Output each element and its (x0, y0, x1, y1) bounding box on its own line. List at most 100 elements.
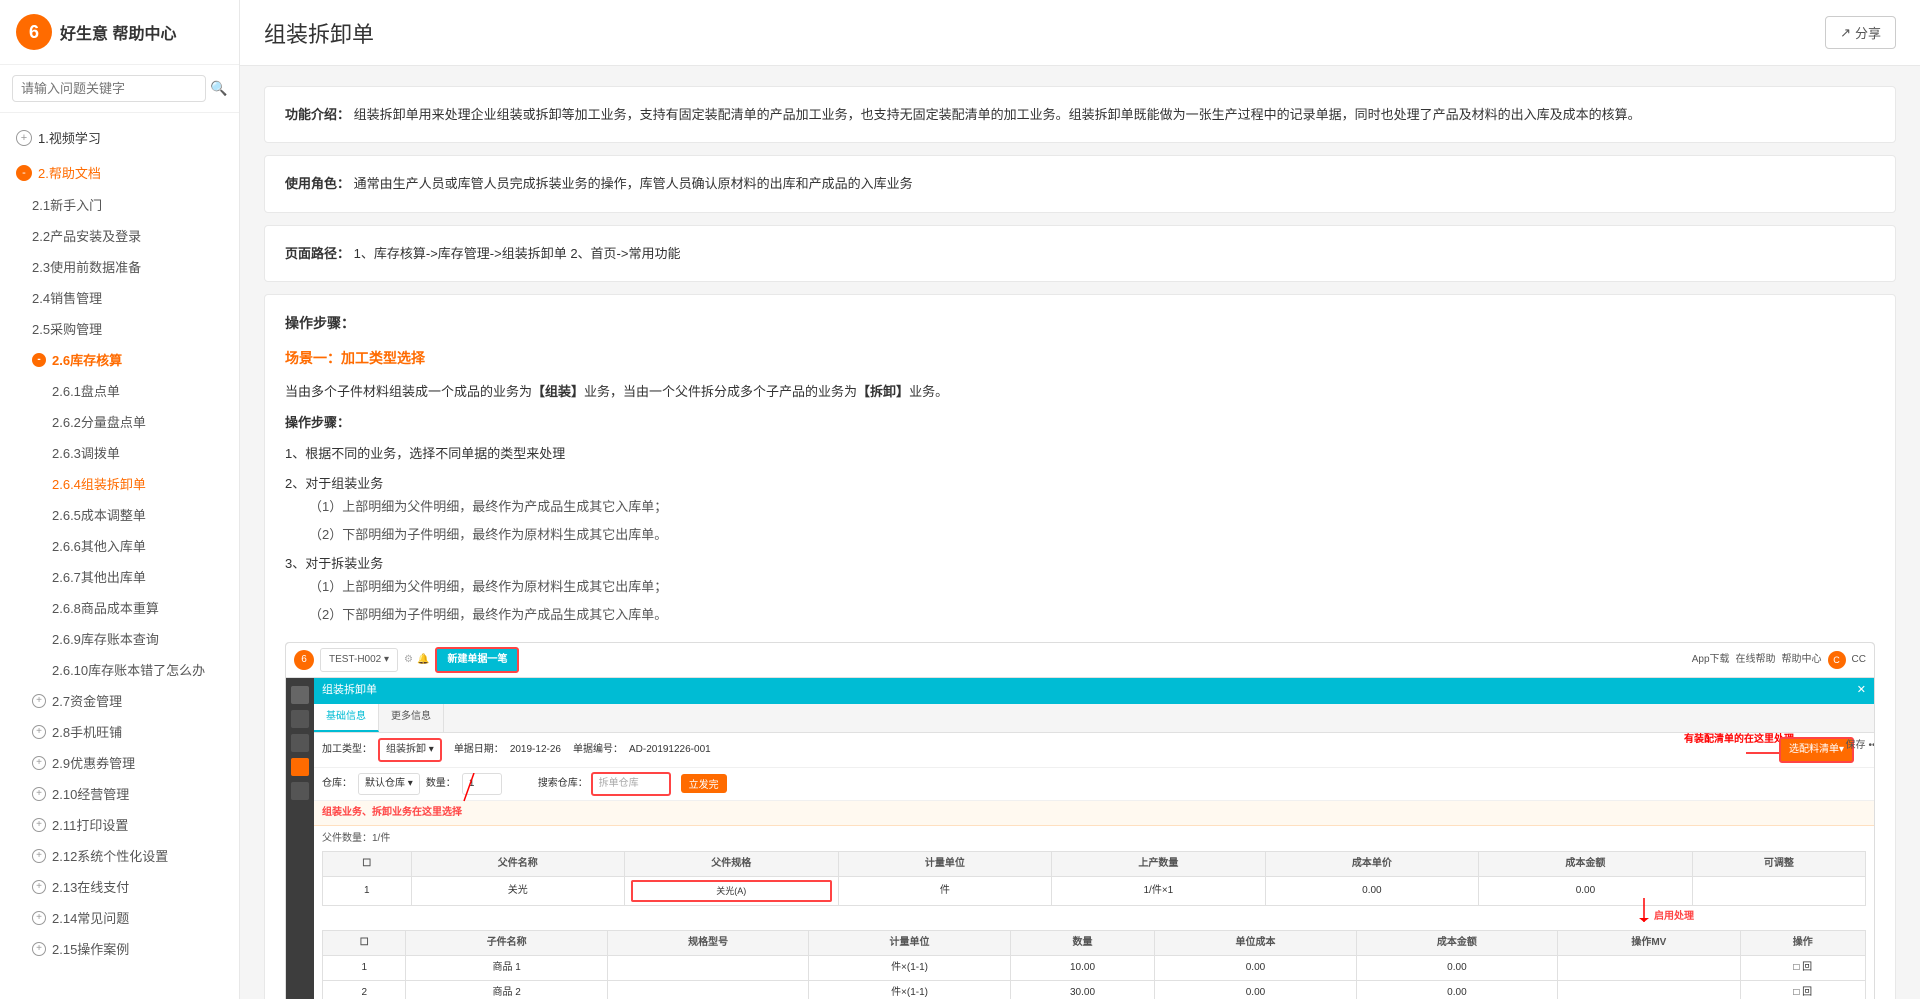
table-cell: 0.00 (1356, 980, 1557, 999)
mock-warehouse-search-label: 搜索仓库： (538, 778, 588, 789)
steps-title: 操作步骤： (285, 311, 1875, 336)
sidebar-item-inventory[interactable]: - 2.6库存核算 (32, 344, 239, 375)
mock-link-center: 帮助中心 (1782, 651, 1822, 669)
sidebar-item-coupon[interactable]: + 2.9优惠券管理 (32, 747, 239, 778)
steps-op-label: 操作步骤： (285, 411, 1875, 434)
sidebar-item-docs[interactable]: - 2.帮助文档 (0, 156, 239, 189)
sidebar-item-ops[interactable]: + 2.10经营管理 (32, 778, 239, 809)
sidebar-item-faq[interactable]: + 2.14常见问题 (32, 902, 239, 933)
main-area: 组装拆卸单 ↗ 分享 功能介绍： 组装拆卸单用来处理企业组装或拆卸等加工业务，支… (240, 0, 1920, 999)
mock-warehouse-search-container: 搜索仓库： 拆单仓库 (538, 772, 671, 796)
sidebar-logo: 6 好生意 帮助中心 (0, 0, 239, 65)
plus-icon-faq: + (32, 911, 46, 925)
mock-tab-more[interactable]: 更多信息 (379, 704, 444, 732)
mock-lth-action: 操作 (1740, 930, 1865, 955)
sidebar-item-data-prep[interactable]: 2.3使用前数据准备 (32, 251, 239, 282)
mock-date-value: 2019-12-26 (510, 741, 561, 759)
scenario-desc: 当由多个子件材料组装成一个成品的业务为【组装】业务，当由一个父件拆分成多个子产品… (285, 380, 1875, 403)
mock-sidebar-left (286, 678, 314, 999)
share-button[interactable]: ↗ 分享 (1825, 16, 1896, 49)
mock-th-spec: 父件规格 (625, 851, 839, 876)
sidebar-item-other-out[interactable]: 2.6.7其他出库单 (52, 561, 239, 592)
plus-icon: + (16, 130, 32, 146)
minus-icon-inventory: - (32, 353, 46, 367)
annotation-enable-text: 启用处理 (1654, 908, 1694, 926)
sidebar-item-partial-stocktake[interactable]: 2.6.2分量盘点单 (52, 406, 239, 437)
sidebar-item-other-in[interactable]: 2.6.6其他入库单 (52, 530, 239, 561)
mock-username: CC (1852, 651, 1866, 669)
sidebar-item-finance[interactable]: + 2.7资金管理 (32, 685, 239, 716)
nav-sub-inventory: 2.6.1盘点单 2.6.2分量盘点单 2.6.3调拨单 2.6.4组装拆卸单 … (32, 375, 239, 685)
search-button[interactable]: 🔍 (210, 80, 227, 97)
annotation-enable-arrow (1634, 898, 1654, 922)
mock-th-total: 成本金额 (1479, 851, 1693, 876)
mock-lth-amount: 成本金额 (1356, 930, 1557, 955)
table-cell: 1/件×1 (1052, 876, 1266, 905)
mock-lower-table-container: ☐ 子件名称 规格型号 计量单位 数量 单位成本 成本金额 操作MV (314, 926, 1874, 999)
sidebar-item-print[interactable]: + 2.11打印设置 (32, 809, 239, 840)
sidebar-item-mobile[interactable]: + 2.8手机旺铺 (32, 716, 239, 747)
table-cell: 0.00 (1155, 980, 1356, 999)
mock-sidebar-icon5 (291, 782, 309, 800)
mock-tab-basic[interactable]: 基础信息 (314, 704, 379, 732)
mock-user-avatar: C (1828, 651, 1846, 669)
mock-form-row1: 加工类型： 组装拆卸 ▾ 单据日期： 2019-12-26 单据编号： AD-2… (314, 733, 1874, 768)
search-input[interactable] (12, 75, 206, 102)
mock-confirm-btn[interactable]: 立发完 (681, 774, 727, 793)
plus-icon-ops: + (32, 787, 46, 801)
table-cell: 商品 1 (406, 955, 607, 980)
sidebar-item-settings[interactable]: + 2.12系统个性化设置 (32, 840, 239, 871)
table-cell: 件×(1-1) (809, 955, 1010, 980)
mock-annotation-row: 组装业务、拆卸业务在这里选择 (314, 801, 1874, 826)
sidebar: 6 好生意 帮助中心 🔍 + 1.视频学习 - 2.帮助文档 2.1新手入门 (0, 0, 240, 999)
sidebar-item-sales[interactable]: 2.4销售管理 (32, 282, 239, 313)
sidebar-item-transfer[interactable]: 2.6.3调拨单 (52, 437, 239, 468)
app-name: 好生意 帮助中心 (60, 20, 176, 44)
mock-link-app: App下载 (1692, 651, 1730, 669)
nav-section-video: + 1.视频学习 (0, 121, 239, 154)
sidebar-item-stocktake[interactable]: 2.6.1盘点单 (52, 375, 239, 406)
annotation-type-text: 组装业务、拆卸业务在这里选择 (322, 807, 462, 818)
sidebar-item-cases[interactable]: + 2.15操作案例 (32, 933, 239, 964)
mock-close-icon: ✕ (1857, 681, 1866, 701)
plus-icon-coupon: + (32, 756, 46, 770)
mock-lth-check: ☐ (323, 930, 406, 955)
mock-th-check: ☐ (323, 851, 412, 876)
mock-title-bar: 组装拆卸单 ✕ (314, 678, 1874, 704)
sidebar-item-payment[interactable]: + 2.13在线支付 (32, 871, 239, 902)
mock-th-unit: 计量单位 (838, 851, 1052, 876)
plus-icon-print: + (32, 818, 46, 832)
table-cell: 0.00 (1155, 955, 1356, 980)
table-cell: 0.00 (1479, 876, 1693, 905)
sub-list-assembly: （1）上部明细为父件明细，最终作为产成品生成其它入库单； （2）下部明细为子件明… (285, 495, 1875, 546)
plus-icon-settings: + (32, 849, 46, 863)
list-item: 1、根据不同的业务，选择不同单据的类型来处理 (285, 442, 1875, 465)
mock-op-btns: 保存 ••• (1845, 737, 1874, 755)
sub-list-disassembly: （1）上部明细为父件明细，最终作为原材料生成其它出库单； （2）下部明细为子件明… (285, 575, 1875, 626)
list-item: （1）上部明细为父件明细，最终作为原材料生成其它出库单； (309, 575, 1875, 598)
sidebar-item-install[interactable]: 2.2产品安装及登录 (32, 220, 239, 251)
sidebar-item-purchase[interactable]: 2.5采购管理 (32, 313, 239, 344)
sidebar-item-ledger-query[interactable]: 2.6.9库存账本查询 (52, 623, 239, 654)
mock-th-cost: 成本单价 (1265, 851, 1479, 876)
steps-card: 操作步骤： 场景一：加工类型选择 当由多个子件材料组装成一个成品的业务为【组装】… (264, 294, 1896, 999)
plus-icon-mobile: + (32, 725, 46, 739)
mock-link-help: 在线帮助 (1736, 651, 1776, 669)
mock-icon1: ⚙ (404, 651, 413, 669)
sidebar-item-cost-adjust[interactable]: 2.6.5成本调整单 (52, 499, 239, 530)
sidebar-item-cost-recalc[interactable]: 2.6.8商品成本重算 (52, 592, 239, 623)
table-cell: □ 回 (1740, 955, 1865, 980)
main-content: 功能介绍： 组装拆卸单用来处理企业组装或拆卸等加工业务，支持有固定装配清单的产品… (240, 66, 1920, 999)
sidebar-item-video[interactable]: + 1.视频学习 (0, 121, 239, 154)
table-cell: 1 (323, 955, 406, 980)
mock-sidebar-icon1 (291, 686, 309, 704)
table-cell (1692, 876, 1865, 905)
mock-nav-bar: 6 TEST-H002 ▾ ⚙ 🔔 新建单据一笔 App下载 在线帮助 帮助中心 (286, 643, 1874, 678)
sidebar-item-ledger-fix[interactable]: 2.6.10库存账本错了怎么办 (52, 654, 239, 685)
mock-lth-name: 子件名称 (406, 930, 607, 955)
sidebar-item-assembly[interactable]: 2.6.4组装拆卸单 (52, 468, 239, 499)
sidebar-item-newbie[interactable]: 2.1新手入门 (32, 189, 239, 220)
sidebar-nav: + 1.视频学习 - 2.帮助文档 2.1新手入门 2.2产品安装及登录 2.3… (0, 113, 239, 999)
plus-icon-payment: + (32, 880, 46, 894)
mock-tabs: 基础信息 更多信息 (314, 704, 1874, 733)
